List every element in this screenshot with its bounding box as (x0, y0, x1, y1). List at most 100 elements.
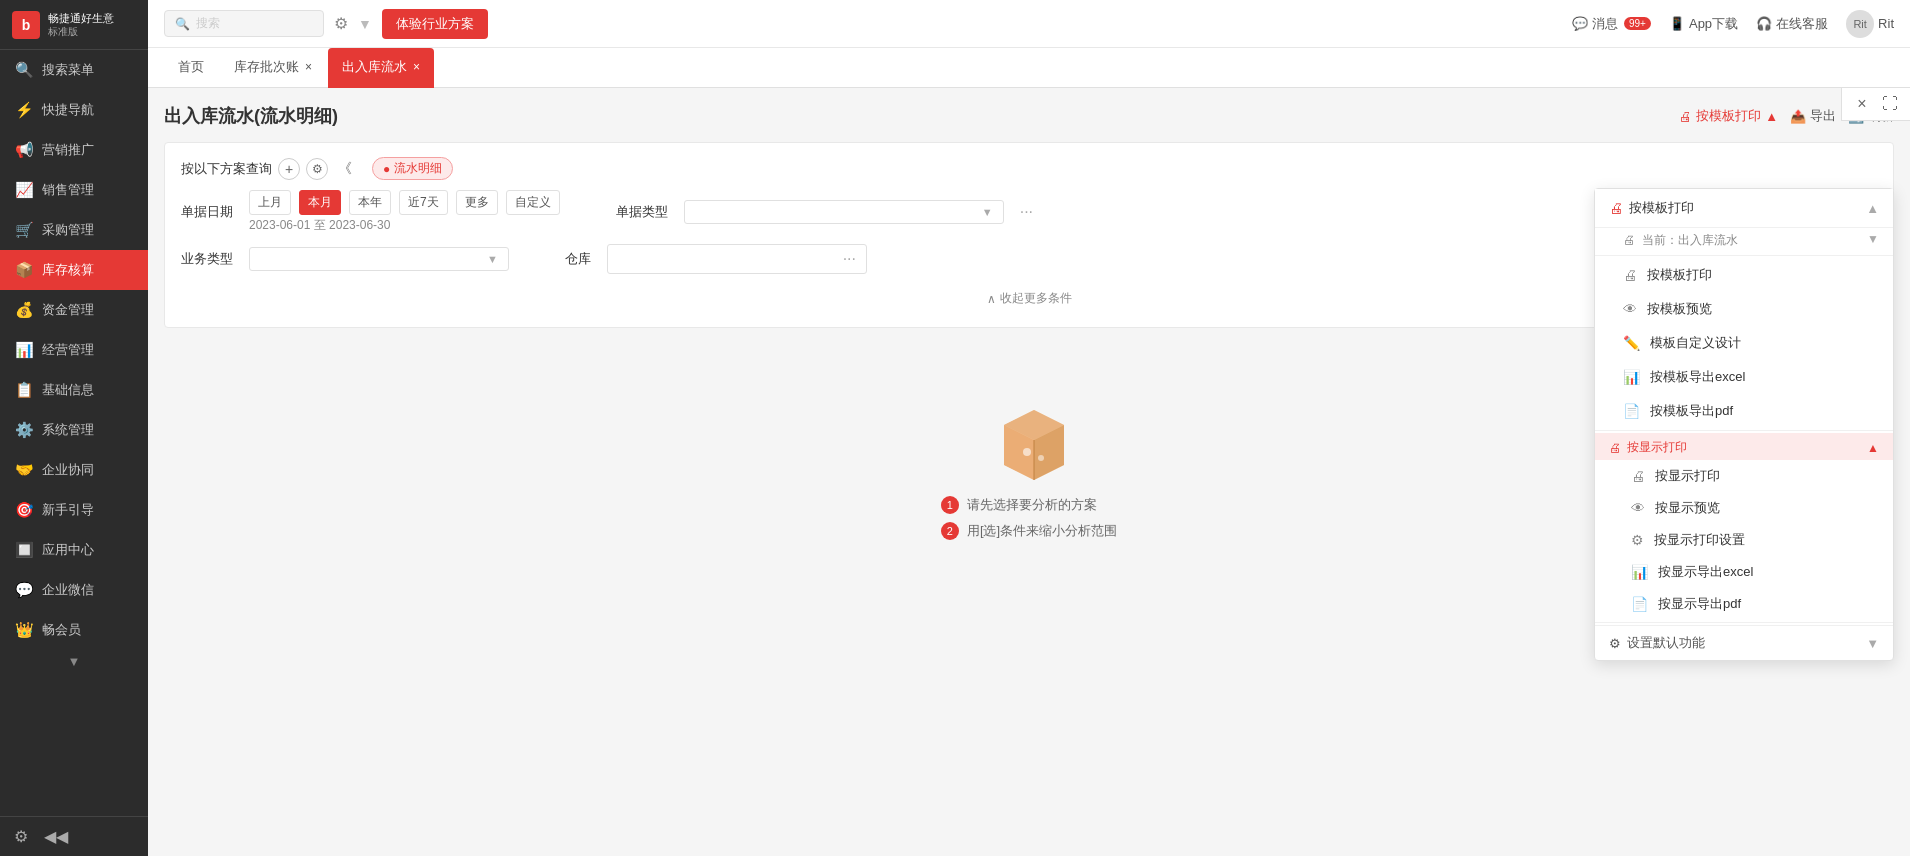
template-custom-item[interactable]: ✏️ 模板自定义设计 (1595, 326, 1893, 360)
tab-home[interactable]: 首页 (164, 48, 218, 88)
set-default-item[interactable]: ⚙ 设置默认功能 ▼ (1595, 625, 1893, 660)
settings-bottom-icon[interactable]: ⚙ (14, 827, 28, 846)
content-area: 出入库流水(流水明细) 🖨 按模板打印 ▲ 📤 导出 🔄 刷新 (148, 88, 1910, 856)
industry-btn[interactable]: 体验行业方案 (382, 9, 488, 39)
sidebar-item-guide[interactable]: 🎯 新手引导 (0, 490, 148, 530)
user-avatar-area[interactable]: Rit Rit (1846, 10, 1894, 38)
display-print-item[interactable]: 🖨 按显示打印 (1595, 460, 1893, 492)
display-export-pdf-item[interactable]: 📄 按显示导出pdf (1595, 588, 1893, 620)
export-icon: 📤 (1790, 109, 1806, 124)
sidebar-item-purchase[interactable]: 🛒 采购管理 (0, 210, 148, 250)
export-button[interactable]: 📤 导出 (1790, 107, 1836, 125)
sidebar: b 畅捷通好生意 标准版 🔍 搜索菜单 ⚡ 快捷导航 📢 营销推广 📈 销售管理… (0, 0, 148, 856)
sidebar-scroll-down[interactable]: ▼ (0, 650, 148, 673)
divider-2 (1595, 430, 1893, 431)
app-download-icon: 📱 (1669, 16, 1685, 31)
message-badge: 99+ (1624, 17, 1651, 30)
date-btn-this-year[interactable]: 本年 (349, 190, 391, 215)
topbar-left: 🔍 搜索 ⚙ ▼ 体验行业方案 (164, 9, 488, 39)
filter-collapse-button[interactable]: 《 (334, 158, 356, 180)
date-btn-last-month[interactable]: 上月 (249, 190, 291, 215)
display-print-settings-item[interactable]: ⚙ 按显示打印设置 (1595, 524, 1893, 556)
date-btn-more[interactable]: 更多 (456, 190, 498, 215)
topbar: 🔍 搜索 ⚙ ▼ 体验行业方案 💬 消息 99+ 📱 App下载 🎧 在线客服 (148, 0, 1910, 48)
sidebar-item-inventory[interactable]: 📦 库存核算 (0, 250, 148, 290)
filter-row-1: 按以下方案查询 + ⚙ 《 ● 流水明细 (181, 157, 1877, 180)
tab-inout-flow[interactable]: 出入库流水 × (328, 48, 434, 88)
display-section-header[interactable]: 🖨 按显示打印 ▲ (1595, 433, 1893, 460)
bill-type-select[interactable]: ▼ (684, 200, 1004, 224)
warehouse-more-button[interactable]: ··· (843, 250, 856, 268)
display-export-excel-item[interactable]: 📊 按显示导出excel (1595, 556, 1893, 588)
filter-tag-current[interactable]: ● 流水明细 (372, 157, 453, 180)
window-close-button[interactable]: × (1850, 92, 1874, 116)
collapse-icon: ∧ (987, 292, 996, 306)
headset-icon: 🎧 (1756, 16, 1772, 31)
template-export-excel-item[interactable]: 📊 按模板导出excel (1595, 360, 1893, 394)
app-download-item[interactable]: 📱 App下载 (1669, 15, 1738, 33)
display-settings-icon: ⚙ (1631, 532, 1644, 548)
business-type-select[interactable]: ▼ (249, 247, 509, 271)
printer-dropdown-icon: 🖨 (1609, 200, 1623, 216)
template-export-pdf-item[interactable]: 📄 按模板导出pdf (1595, 394, 1893, 428)
message-item[interactable]: 💬 消息 99+ (1572, 15, 1651, 33)
empty-steps: 1 请先选择要分析的方案 2 用[选]条件来缩小分析范围 (941, 496, 1117, 548)
search-placeholder: 搜索 (196, 15, 220, 32)
sidebar-nav: 🔍 搜索菜单 ⚡ 快捷导航 📢 营销推广 📈 销售管理 🛒 采购管理 📦 库存核… (0, 50, 148, 816)
printer-icon: 🖨 (1679, 109, 1692, 124)
sidebar-item-app-center[interactable]: 🔲 应用中心 (0, 530, 148, 570)
finance-icon: 💰 (14, 301, 34, 319)
topbar-right: 💬 消息 99+ 📱 App下载 🎧 在线客服 Rit Rit (1572, 10, 1894, 38)
sidebar-logo: b 畅捷通好生意 标准版 (0, 0, 148, 50)
filter-add-button[interactable]: + (278, 158, 300, 180)
purchase-icon: 🛒 (14, 221, 34, 239)
divider-3 (1595, 622, 1893, 623)
filter-section-header: 按以下方案查询 + ⚙ 《 (181, 158, 356, 180)
sidebar-item-basic[interactable]: 📋 基础信息 (0, 370, 148, 410)
print-template-button[interactable]: 🖨 按模板打印 ▲ (1679, 107, 1778, 125)
window-maximize-button[interactable]: ⛶ (1878, 92, 1902, 116)
sidebar-item-system[interactable]: ⚙️ 系统管理 (0, 410, 148, 450)
topbar-gear-icon[interactable]: ⚙ (334, 14, 348, 33)
collapse-sidebar-icon[interactable]: ◀◀ (44, 827, 68, 846)
tab-inventory-batch[interactable]: 库存批次账 × (220, 48, 326, 88)
sidebar-item-search[interactable]: 🔍 搜索菜单 (0, 50, 148, 90)
template-print-item[interactable]: 🖨 按模板打印 (1595, 258, 1893, 292)
guide-icon: 🎯 (14, 501, 34, 519)
business-type-label: 业务类型 (181, 250, 233, 268)
app-logo-icon: b (12, 11, 40, 39)
dropdown-up-arrow[interactable]: ▲ (1866, 201, 1879, 216)
sidebar-item-wechat[interactable]: 💬 企业微信 (0, 570, 148, 610)
window-controls: × ⛶ (1841, 88, 1910, 121)
sidebar-item-operations[interactable]: 📊 经营管理 (0, 330, 148, 370)
tab-close-inventory-batch[interactable]: × (305, 60, 312, 74)
topbar-dropdown-arrow[interactable]: ▼ (358, 16, 372, 32)
sidebar-item-member[interactable]: 👑 畅会员 (0, 610, 148, 650)
sidebar-item-quick-nav[interactable]: ⚡ 快捷导航 (0, 90, 148, 130)
display-preview-icon: 👁 (1631, 500, 1645, 516)
system-icon: ⚙️ (14, 421, 34, 439)
template-preview-item[interactable]: 👁 按模板预览 (1595, 292, 1893, 326)
date-label: 单据日期 (181, 203, 233, 221)
member-icon: 👑 (14, 621, 34, 639)
display-preview-item[interactable]: 👁 按显示预览 (1595, 492, 1893, 524)
date-btn-this-month[interactable]: 本月 (299, 190, 341, 215)
sidebar-item-finance[interactable]: 💰 资金管理 (0, 290, 148, 330)
date-btn-last-7-days[interactable]: 近7天 (399, 190, 448, 215)
online-service-item[interactable]: 🎧 在线客服 (1756, 15, 1828, 33)
topbar-search-box[interactable]: 🔍 搜索 (164, 10, 324, 37)
date-range-display: 2023-06-01 至 2023-06-30 (249, 217, 560, 234)
sidebar-item-sales[interactable]: 📈 销售管理 (0, 170, 148, 210)
sidebar-item-enterprise[interactable]: 🤝 企业协同 (0, 450, 148, 490)
date-btn-custom[interactable]: 自定义 (506, 190, 560, 215)
more-options-button[interactable]: ··· (1020, 203, 1033, 221)
app-logo-text: 畅捷通好生意 标准版 (48, 11, 114, 38)
sidebar-item-marketing[interactable]: 📢 营销推广 (0, 130, 148, 170)
warehouse-select[interactable]: ··· (607, 244, 867, 274)
template-custom-icon: ✏️ (1623, 335, 1640, 351)
template-pdf-icon: 📄 (1623, 403, 1640, 419)
page-header: 出入库流水(流水明细) 🖨 按模板打印 ▲ 📤 导出 🔄 刷新 (164, 104, 1894, 128)
print-dropdown-panel: 🖨 按模板打印 ▲ 🖨 当前：出入库流水 ▼ 🖨 按模板打印 👁 (1594, 188, 1894, 661)
tab-close-inout-flow[interactable]: × (413, 60, 420, 74)
filter-settings-button[interactable]: ⚙ (306, 158, 328, 180)
